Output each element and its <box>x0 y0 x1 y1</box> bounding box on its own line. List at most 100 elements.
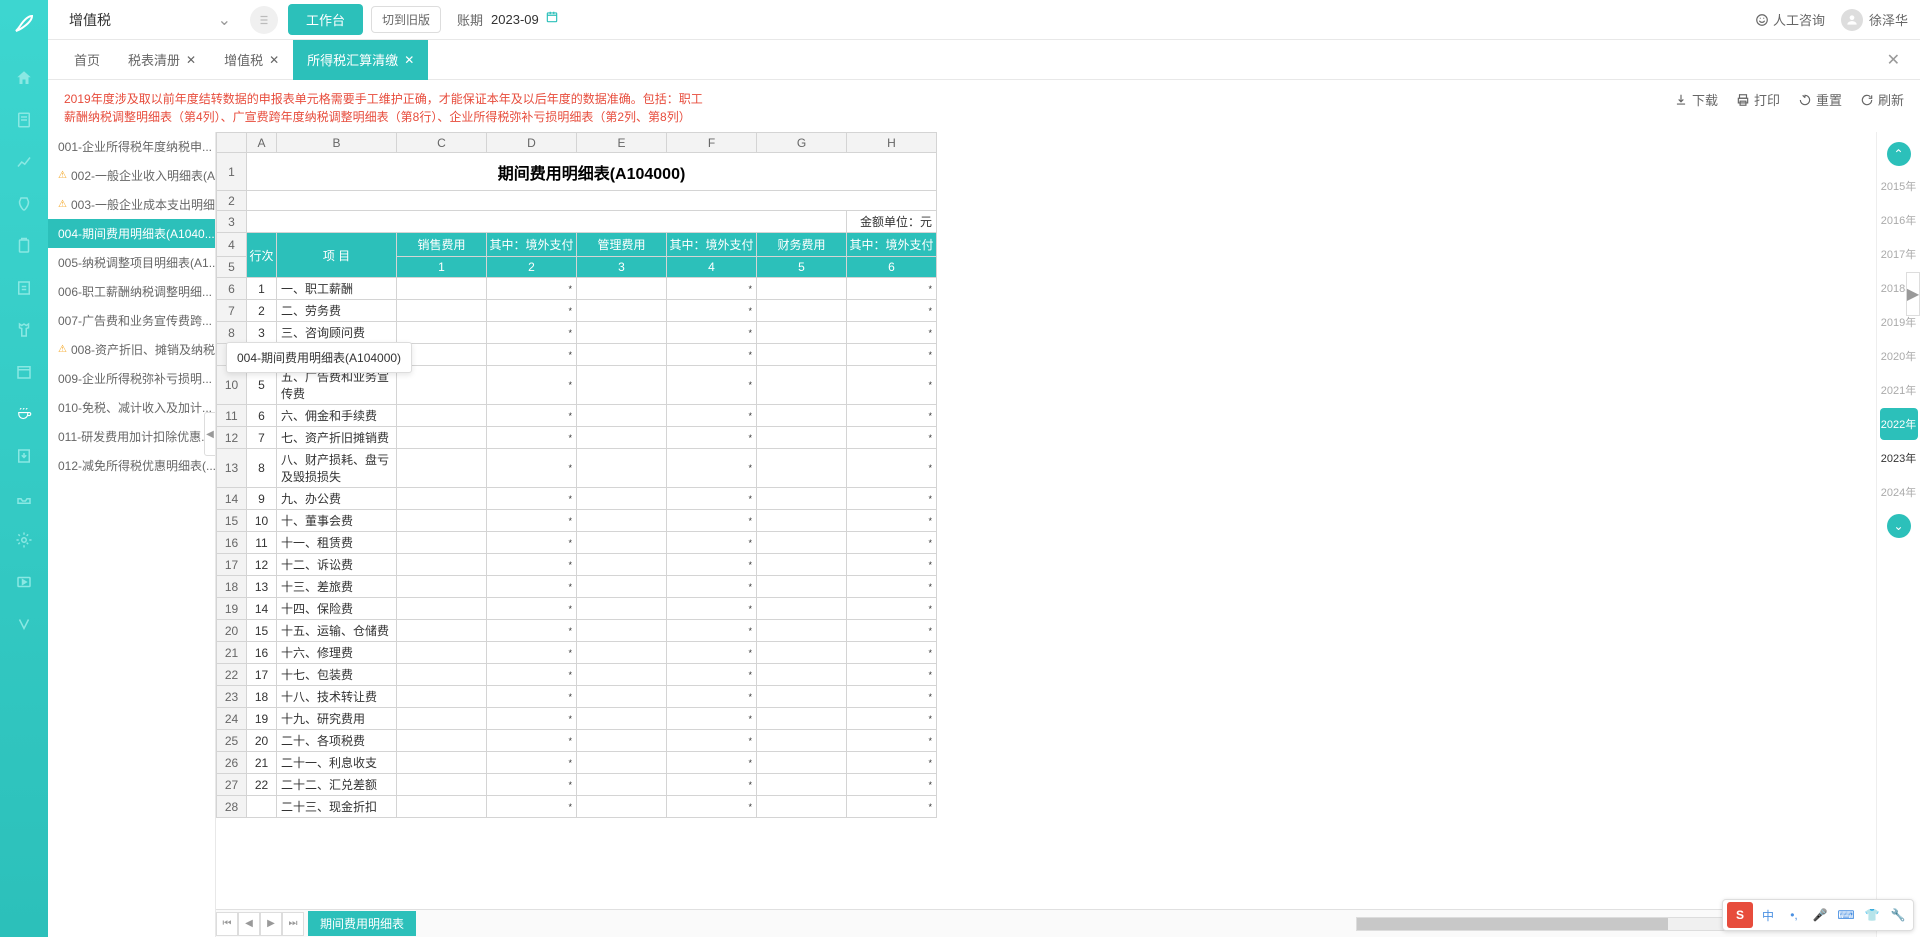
ime-skin-icon[interactable]: 👕 <box>1861 904 1883 926</box>
data-cell[interactable] <box>757 686 847 708</box>
data-cell[interactable]: * <box>847 708 937 730</box>
col-header[interactable]: D <box>487 133 577 153</box>
data-cell[interactable] <box>397 300 487 322</box>
download-button[interactable]: 下载 <box>1674 90 1718 109</box>
consult-link[interactable]: 人工咨询 <box>1755 10 1825 29</box>
sheet-next-icon[interactable]: ▶ <box>260 912 282 936</box>
data-cell[interactable]: * <box>667 510 757 532</box>
col-header[interactable]: F <box>667 133 757 153</box>
data-cell[interactable]: * <box>487 642 577 664</box>
row-label[interactable]: 七、资产折旧摊销费 <box>277 427 397 449</box>
data-cell[interactable]: * <box>667 576 757 598</box>
data-cell[interactable]: * <box>487 774 577 796</box>
data-cell[interactable] <box>757 322 847 344</box>
data-cell[interactable] <box>757 366 847 405</box>
data-cell[interactable] <box>397 686 487 708</box>
data-cell[interactable]: * <box>847 300 937 322</box>
col-header[interactable]: B <box>277 133 397 153</box>
ime-punct-icon[interactable]: •, <box>1783 904 1805 926</box>
data-cell[interactable]: * <box>847 405 937 427</box>
data-cell[interactable] <box>577 598 667 620</box>
data-cell[interactable] <box>757 344 847 366</box>
data-cell[interactable] <box>397 427 487 449</box>
row-num[interactable] <box>247 796 277 818</box>
data-cell[interactable] <box>577 796 667 818</box>
nav-clipboard-icon[interactable] <box>6 228 42 264</box>
tab-2[interactable]: 增值税✕ <box>210 40 293 80</box>
refresh-button[interactable]: 刷新 <box>1860 90 1904 109</box>
data-cell[interactable]: * <box>487 427 577 449</box>
data-cell[interactable] <box>397 708 487 730</box>
year-2017年[interactable]: 2017年 <box>1880 238 1918 270</box>
data-cell[interactable]: * <box>487 752 577 774</box>
data-cell[interactable]: * <box>487 730 577 752</box>
row-label[interactable]: 三、咨询顾问费 <box>277 322 397 344</box>
data-cell[interactable] <box>757 664 847 686</box>
col-header[interactable]: E <box>577 133 667 153</box>
user-menu[interactable]: 徐泽华 <box>1841 9 1908 31</box>
data-cell[interactable] <box>397 449 487 488</box>
row-label[interactable]: 十二、诉讼费 <box>277 554 397 576</box>
data-cell[interactable]: * <box>847 322 937 344</box>
nav-calendar-icon[interactable] <box>6 354 42 390</box>
nav-inbox-icon[interactable] <box>6 480 42 516</box>
data-cell[interactable]: * <box>667 532 757 554</box>
data-cell[interactable]: * <box>847 620 937 642</box>
data-cell[interactable]: * <box>667 642 757 664</box>
row-num[interactable]: 9 <box>247 488 277 510</box>
row-label[interactable]: 二十二、汇兑差额 <box>277 774 397 796</box>
data-cell[interactable]: * <box>847 278 937 300</box>
doc-item-0[interactable]: 001-企业所得税年度纳税申... <box>48 132 215 161</box>
sheet-tab[interactable]: 期间费用明细表 <box>308 911 416 936</box>
row-label[interactable]: 二十三、现金折扣 <box>277 796 397 818</box>
doc-item-1[interactable]: ⚠002-一般企业收入明细表(A1... <box>48 161 215 190</box>
sheet-first-icon[interactable]: ⏮ <box>216 912 238 936</box>
data-cell[interactable] <box>577 405 667 427</box>
data-cell[interactable] <box>397 488 487 510</box>
row-label[interactable]: 八、财产损耗、盘亏及毁损损失 <box>277 449 397 488</box>
data-cell[interactable]: * <box>667 344 757 366</box>
row-label[interactable]: 十八、技术转让费 <box>277 686 397 708</box>
data-cell[interactable]: * <box>487 300 577 322</box>
row-label[interactable]: 十六、修理费 <box>277 642 397 664</box>
data-cell[interactable]: * <box>847 752 937 774</box>
data-cell[interactable]: * <box>847 598 937 620</box>
ime-voice-icon[interactable]: 🎤 <box>1809 904 1831 926</box>
year-2016年[interactable]: 2016年 <box>1880 204 1918 236</box>
data-cell[interactable]: * <box>667 554 757 576</box>
data-cell[interactable] <box>397 796 487 818</box>
ime-toolbox-icon[interactable]: 🔧 <box>1887 904 1909 926</box>
doc-item-6[interactable]: 007-广告费和业务宣传费跨... <box>48 306 215 335</box>
data-cell[interactable]: * <box>667 427 757 449</box>
calendar-icon[interactable] <box>545 10 559 29</box>
row-label[interactable]: 十三、差旅费 <box>277 576 397 598</box>
row-num[interactable]: 3 <box>247 322 277 344</box>
data-cell[interactable] <box>577 576 667 598</box>
data-cell[interactable]: * <box>667 796 757 818</box>
doc-item-4[interactable]: 005-纳税调整项目明细表(A1... <box>48 248 215 277</box>
data-cell[interactable] <box>577 730 667 752</box>
data-cell[interactable]: * <box>847 427 937 449</box>
row-num[interactable]: 11 <box>247 532 277 554</box>
data-cell[interactable]: * <box>487 686 577 708</box>
row-num[interactable]: 13 <box>247 576 277 598</box>
year-2024年[interactable]: 2024年 <box>1880 476 1918 508</box>
data-cell[interactable] <box>577 366 667 405</box>
data-cell[interactable] <box>577 708 667 730</box>
tax-type-dropdown[interactable]: 增值税 ⌄ <box>60 5 240 35</box>
data-cell[interactable]: * <box>487 344 577 366</box>
nav-export-icon[interactable] <box>6 438 42 474</box>
data-cell[interactable] <box>757 449 847 488</box>
data-cell[interactable] <box>577 620 667 642</box>
data-cell[interactable] <box>577 300 667 322</box>
data-cell[interactable] <box>757 427 847 449</box>
data-cell[interactable]: * <box>667 686 757 708</box>
tab-close-icon[interactable]: ✕ <box>404 53 414 67</box>
data-cell[interactable]: * <box>487 488 577 510</box>
data-cell[interactable] <box>577 427 667 449</box>
data-cell[interactable]: * <box>487 449 577 488</box>
data-cell[interactable] <box>757 300 847 322</box>
doc-item-8[interactable]: 009-企业所得税弥补亏损明... <box>48 364 215 393</box>
data-cell[interactable]: * <box>667 278 757 300</box>
data-cell[interactable] <box>757 532 847 554</box>
